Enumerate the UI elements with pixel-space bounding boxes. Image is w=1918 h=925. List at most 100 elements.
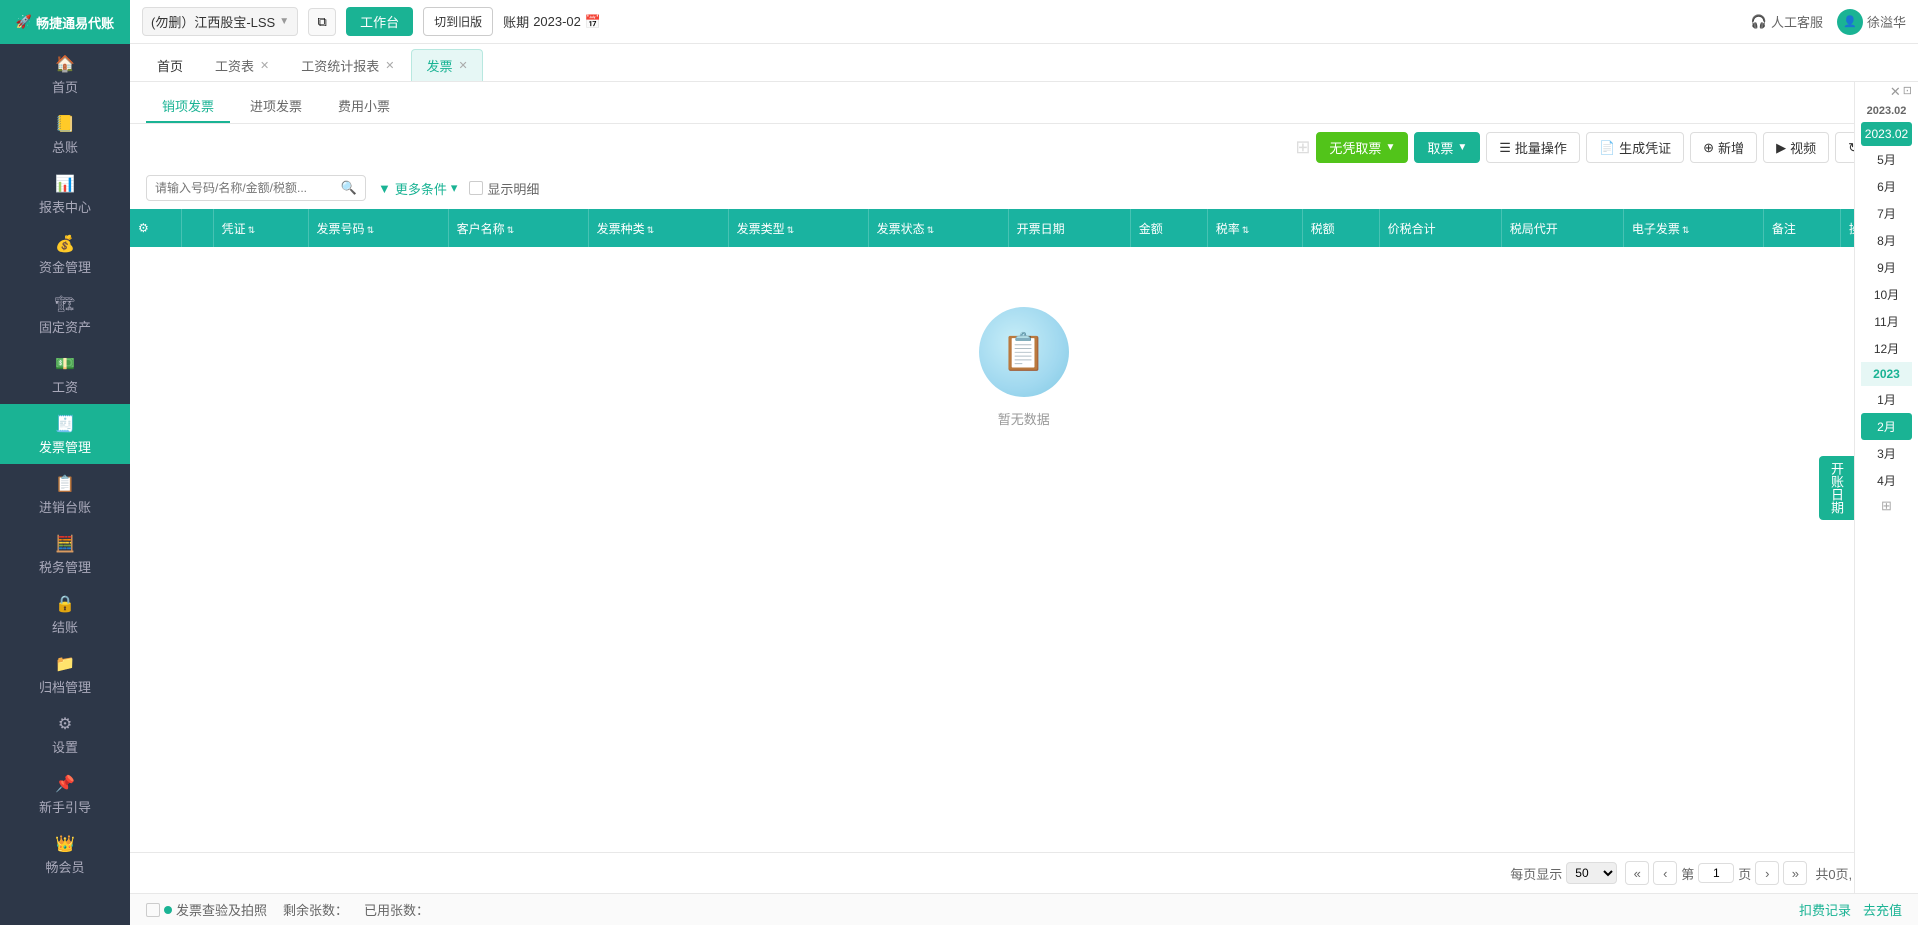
col-invoice_no[interactable]: 发票号码⇅ [308,209,448,247]
new-button[interactable]: ⊕ 新增 [1690,132,1757,163]
show-detail-toggle[interactable]: 显示明细 [469,179,539,198]
assets-icon: 🏗 [55,294,75,314]
tab-home[interactable]: 首页 [142,49,198,81]
date-month-1月[interactable]: 1月 [1861,386,1912,413]
sidebar-label: 归档管理 [39,677,91,696]
page-size-dropdown[interactable]: 501020100 [1566,862,1617,884]
support-button[interactable]: 🎧 人工客服 [1751,12,1823,31]
col-check [181,209,213,247]
old-version-button[interactable]: 切到旧版 [423,7,493,36]
tab-close-icon[interactable]: ✕ [459,59,468,72]
view-toggle-icon[interactable]: ⊞ [1295,137,1310,158]
tab-salary-report[interactable]: 工资统计报表✕ [286,49,409,81]
dropdown-icon: ▾ [451,180,458,196]
search-icon[interactable]: 🔍 [341,180,357,196]
fee-record-link[interactable]: 扣费记录 [1799,900,1851,919]
topbar: (勿删）江西股宝-LSS ▼ ⧉ 工作台 切到旧版 账期 2023-02 📅 🎧… [130,0,1918,44]
maximize-icon[interactable]: ⊡ [1903,84,1912,100]
sidebar-item-settings[interactable]: ⚙设置 [0,704,130,764]
date-month-7月[interactable]: 7月 [1861,200,1912,227]
date-selected[interactable]: 2023.02 [1861,122,1912,146]
checkbox-icon [469,181,483,195]
next-page-button[interactable]: › [1755,861,1779,885]
sidebar-item-reports[interactable]: 📊报表中心 [0,164,130,224]
guide-icon: 📌 [55,774,75,794]
no-cert-button[interactable]: 无凭取票 ▼ [1316,132,1408,163]
more-conditions-button[interactable]: ▼ 更多条件 ▾ [378,179,457,198]
tab-close-icon[interactable]: ✕ [260,59,269,72]
subtab-purchase-invoice[interactable]: 进项发票 [234,90,318,123]
last-page-button[interactable]: » [1783,861,1807,885]
empty-text: 暂无数据 [998,409,1050,428]
date-month-12月[interactable]: 12月 [1861,335,1912,362]
batch-operation-button[interactable]: ☰ 批量操作 [1486,132,1580,163]
workbench-button[interactable]: 工作台 [346,7,413,36]
member-icon: 👑 [55,834,75,854]
open-period-button[interactable]: 开账日期 [1819,456,1854,520]
date-month-3月[interactable]: 3月 [1861,440,1912,467]
sidebar-item-sales[interactable]: 📋进销台账 [0,464,130,524]
capital-icon: 💰 [55,234,75,254]
date-panel-close-button[interactable]: ✕ [1890,84,1901,100]
copy-button[interactable]: ⧉ [308,8,336,36]
reports-icon: 📊 [55,174,75,194]
sidebar-item-assets[interactable]: 🏗固定资产 [0,284,130,344]
logo-text: 畅捷通易代账 [36,13,114,32]
sidebar-item-invoice[interactable]: 🧾发票管理 [0,404,130,464]
toolbar: ⊞ 无凭取票 ▼ 取票 ▼ ☰ 批量操作 📄 生成凭证 [130,124,1918,171]
sidebar-item-archive[interactable]: 📁 归档管理 [0,644,130,704]
calendar-icon[interactable]: 📅 [585,14,601,30]
date-month-9月[interactable]: 9月 [1861,254,1912,281]
subtab-expense-receipt[interactable]: 费用小票 [322,90,406,123]
col-voucher[interactable]: 凭证⇅ [213,209,308,247]
tab-close-icon[interactable]: ✕ [385,59,394,72]
date-month-4月[interactable]: 4月 [1861,467,1912,494]
user-profile[interactable]: 👤 徐溢华 [1837,9,1906,35]
footer-links: 扣费记录 去充值 [1799,900,1902,919]
generate-voucher-button[interactable]: 📄 生成凭证 [1586,132,1684,163]
date-panel-close-row: ✕ ⊡ [1855,82,1918,100]
col-invoice_status[interactable]: 发票状态⇅ [868,209,1008,247]
date-month-11月[interactable]: 11月 [1861,308,1912,335]
invoice-verify-section: 发票查验及拍照 [146,900,267,919]
scroll-down-icon[interactable]: ⊞ [1861,494,1912,518]
col-tax_rate[interactable]: 税率⇅ [1207,209,1302,247]
date-month-5月[interactable]: 5月 [1861,146,1912,173]
col-electronic[interactable]: 电子发票⇅ [1623,209,1763,247]
video-button[interactable]: ▶ 视频 [1763,132,1829,163]
recharge-link[interactable]: 去充值 [1863,900,1902,919]
prev-page-button[interactable]: ‹ [1653,861,1677,885]
get-ticket-button[interactable]: 取票 ▼ [1414,132,1480,163]
sidebar-item-guide[interactable]: 📌新手引导 [0,764,130,824]
search-input[interactable] [155,181,335,195]
page-input[interactable] [1698,863,1734,883]
tab-salary-table[interactable]: 工资表✕ [200,49,284,81]
page-label: 第 [1681,864,1694,883]
invoice-icon: 🧾 [55,414,75,434]
archive-icon: 📁 [55,654,75,674]
sidebar-item-tax[interactable]: 🧮税务管理 [0,524,130,584]
first-page-button[interactable]: « [1625,861,1649,885]
sidebar-item-close[interactable]: 🔒结账 [0,584,130,644]
company-name: (勿删）江西股宝-LSS [151,12,275,31]
col-invoice_category[interactable]: 发票类型⇅ [728,209,868,247]
verify-checkbox[interactable] [146,903,160,917]
copy-icon: ⧉ [317,14,326,30]
sidebar-item-home[interactable]: 🏠首页 [0,44,130,104]
date-month-8月[interactable]: 8月 [1861,227,1912,254]
tab-invoice[interactable]: 发票✕ [411,49,482,81]
company-selector[interactable]: (勿删）江西股宝-LSS ▼ [142,7,298,36]
sidebar-item-capital[interactable]: 💰资金管理 [0,224,130,284]
sidebar-item-salary[interactable]: 💵工资 [0,344,130,404]
sidebar-item-member[interactable]: 👑畅会员 [0,824,130,884]
date-month-10月[interactable]: 10月 [1861,281,1912,308]
app-logo: 🚀 畅捷通易代账 [0,0,130,44]
col-customer[interactable]: 客户名称⇅ [448,209,588,247]
date-month-2月[interactable]: 2月 [1861,413,1912,440]
subtab-sales-invoice[interactable]: 销项发票 [146,90,230,123]
sales-icon: 📋 [55,474,75,494]
close-icon: 🔒 [55,594,75,614]
col-invoice_type[interactable]: 发票种类⇅ [588,209,728,247]
sidebar-item-ledger[interactable]: 📒总账 [0,104,130,164]
date-month-6月[interactable]: 6月 [1861,173,1912,200]
